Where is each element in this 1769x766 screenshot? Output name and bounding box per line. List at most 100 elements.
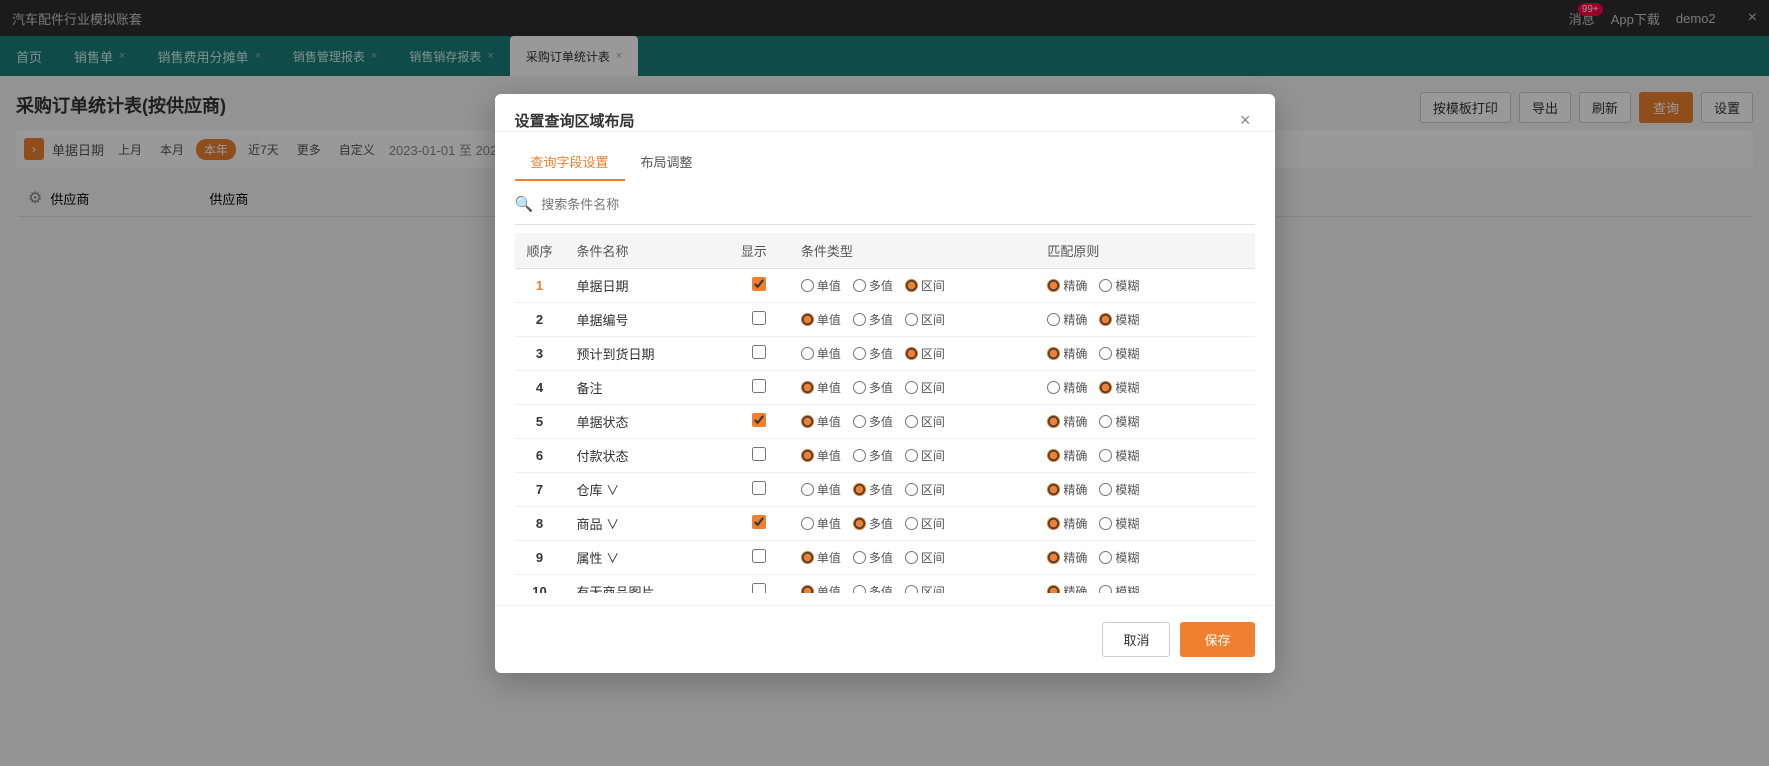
match-option-模糊[interactable]: 模糊 [1099, 379, 1139, 396]
row-type: 单值多值区间 [789, 370, 1036, 404]
match-option-模糊[interactable]: 模糊 [1099, 549, 1139, 566]
type-option-多值[interactable]: 多值 [853, 549, 893, 566]
order-number: 4 [536, 380, 543, 395]
show-checkbox[interactable] [752, 311, 766, 325]
type-option-区间[interactable]: 区间 [905, 379, 945, 396]
type-option-单值[interactable]: 单值 [801, 345, 841, 362]
match-option-精确[interactable]: 精确 [1047, 515, 1087, 532]
row-type: 单值多值区间 [789, 404, 1036, 438]
row-show [729, 404, 789, 438]
dialog-tab-layout[interactable]: 布局调整 [625, 144, 709, 181]
dialog-tab-query[interactable]: 查询字段设置 [515, 144, 625, 181]
show-checkbox[interactable] [752, 277, 766, 291]
type-option-区间[interactable]: 区间 [905, 481, 945, 498]
match-option-精确[interactable]: 精确 [1047, 583, 1087, 593]
row-show [729, 506, 789, 540]
search-input[interactable] [533, 193, 1254, 216]
dialog-body: 🔍 顺序 条件名称 显示 条件类型 匹配原则 1单据日期 [495, 181, 1275, 605]
type-option-区间[interactable]: 区间 [905, 515, 945, 532]
row-match: 精确模糊 [1035, 540, 1254, 574]
match-option-模糊[interactable]: 模糊 [1099, 515, 1139, 532]
type-option-单值[interactable]: 单值 [801, 277, 841, 294]
type-option-单值[interactable]: 单值 [801, 311, 841, 328]
cancel-btn[interactable]: 取消 [1102, 622, 1170, 657]
type-option-多值[interactable]: 多值 [853, 413, 893, 430]
dialog-overlay: 设置查询区域布局 × 查询字段设置 布局调整 🔍 顺序 条件名称 显示 [0, 0, 1769, 766]
type-option-单值[interactable]: 单值 [801, 583, 841, 593]
show-checkbox[interactable] [752, 345, 766, 359]
table-row: 9属性 ∨单值多值区间精确模糊 [515, 540, 1255, 574]
type-option-单值[interactable]: 单值 [801, 379, 841, 396]
match-option-模糊[interactable]: 模糊 [1099, 481, 1139, 498]
row-order: 1 [515, 268, 565, 302]
row-type: 单值多值区间 [789, 336, 1036, 370]
type-option-区间[interactable]: 区间 [905, 413, 945, 430]
show-checkbox[interactable] [752, 413, 766, 427]
match-option-精确[interactable]: 精确 [1047, 345, 1087, 362]
row-order: 4 [515, 370, 565, 404]
type-option-多值[interactable]: 多值 [853, 277, 893, 294]
row-name: 单据状态 [565, 404, 729, 438]
match-option-模糊[interactable]: 模糊 [1099, 277, 1139, 294]
show-checkbox[interactable] [752, 583, 766, 593]
row-show [729, 336, 789, 370]
match-option-模糊[interactable]: 模糊 [1099, 413, 1139, 430]
row-order: 8 [515, 506, 565, 540]
show-checkbox[interactable] [752, 481, 766, 495]
row-show [729, 268, 789, 302]
row-type: 单值多值区间 [789, 540, 1036, 574]
row-show [729, 472, 789, 506]
show-checkbox[interactable] [752, 549, 766, 563]
show-checkbox[interactable] [752, 515, 766, 529]
dialog-header: 设置查询区域布局 × [495, 94, 1275, 132]
type-option-多值[interactable]: 多值 [853, 583, 893, 593]
save-btn[interactable]: 保存 [1180, 622, 1254, 657]
row-show [729, 302, 789, 336]
type-option-单值[interactable]: 单值 [801, 481, 841, 498]
type-option-区间[interactable]: 区间 [905, 277, 945, 294]
show-checkbox[interactable] [752, 379, 766, 393]
match-option-模糊[interactable]: 模糊 [1099, 447, 1139, 464]
type-option-区间[interactable]: 区间 [905, 583, 945, 593]
type-option-单值[interactable]: 单值 [801, 515, 841, 532]
type-option-多值[interactable]: 多值 [853, 379, 893, 396]
dialog-footer: 取消 保存 [495, 605, 1275, 673]
type-option-区间[interactable]: 区间 [905, 447, 945, 464]
th-order: 顺序 [515, 233, 565, 269]
match-option-精确[interactable]: 精确 [1047, 277, 1087, 294]
type-option-单值[interactable]: 单值 [801, 413, 841, 430]
match-option-精确[interactable]: 精确 [1047, 549, 1087, 566]
type-option-多值[interactable]: 多值 [853, 481, 893, 498]
match-option-模糊[interactable]: 模糊 [1099, 583, 1139, 593]
show-checkbox[interactable] [752, 447, 766, 461]
row-show [729, 370, 789, 404]
type-option-多值[interactable]: 多值 [853, 447, 893, 464]
type-option-多值[interactable]: 多值 [853, 311, 893, 328]
order-number: 10 [532, 584, 546, 593]
row-order: 9 [515, 540, 565, 574]
match-option-模糊[interactable]: 模糊 [1099, 345, 1139, 362]
th-show: 显示 [729, 233, 789, 269]
match-option-精确[interactable]: 精确 [1047, 413, 1087, 430]
row-type: 单值多值区间 [789, 438, 1036, 472]
type-option-多值[interactable]: 多值 [853, 515, 893, 532]
type-option-单值[interactable]: 单值 [801, 549, 841, 566]
row-type: 单值 多值 区间 [789, 574, 1036, 593]
match-option-精确[interactable]: 精确 [1047, 311, 1087, 328]
dialog-close-btn[interactable]: × [1236, 111, 1255, 129]
type-option-区间[interactable]: 区间 [905, 311, 945, 328]
order-number: 3 [536, 346, 543, 361]
match-option-模糊[interactable]: 模糊 [1099, 311, 1139, 328]
type-option-区间[interactable]: 区间 [905, 345, 945, 362]
row-type: 单值多值区间 [789, 472, 1036, 506]
type-option-单值[interactable]: 单值 [801, 447, 841, 464]
row-match: 精确模糊 [1035, 438, 1254, 472]
type-option-多值[interactable]: 多值 [853, 345, 893, 362]
match-option-精确[interactable]: 精确 [1047, 379, 1087, 396]
type-option-区间[interactable]: 区间 [905, 549, 945, 566]
row-name: 仓库 ∨ [565, 472, 729, 506]
row-match: 精确模糊 [1035, 506, 1254, 540]
match-option-精确[interactable]: 精确 [1047, 447, 1087, 464]
order-number: 7 [536, 482, 543, 497]
match-option-精确[interactable]: 精确 [1047, 481, 1087, 498]
